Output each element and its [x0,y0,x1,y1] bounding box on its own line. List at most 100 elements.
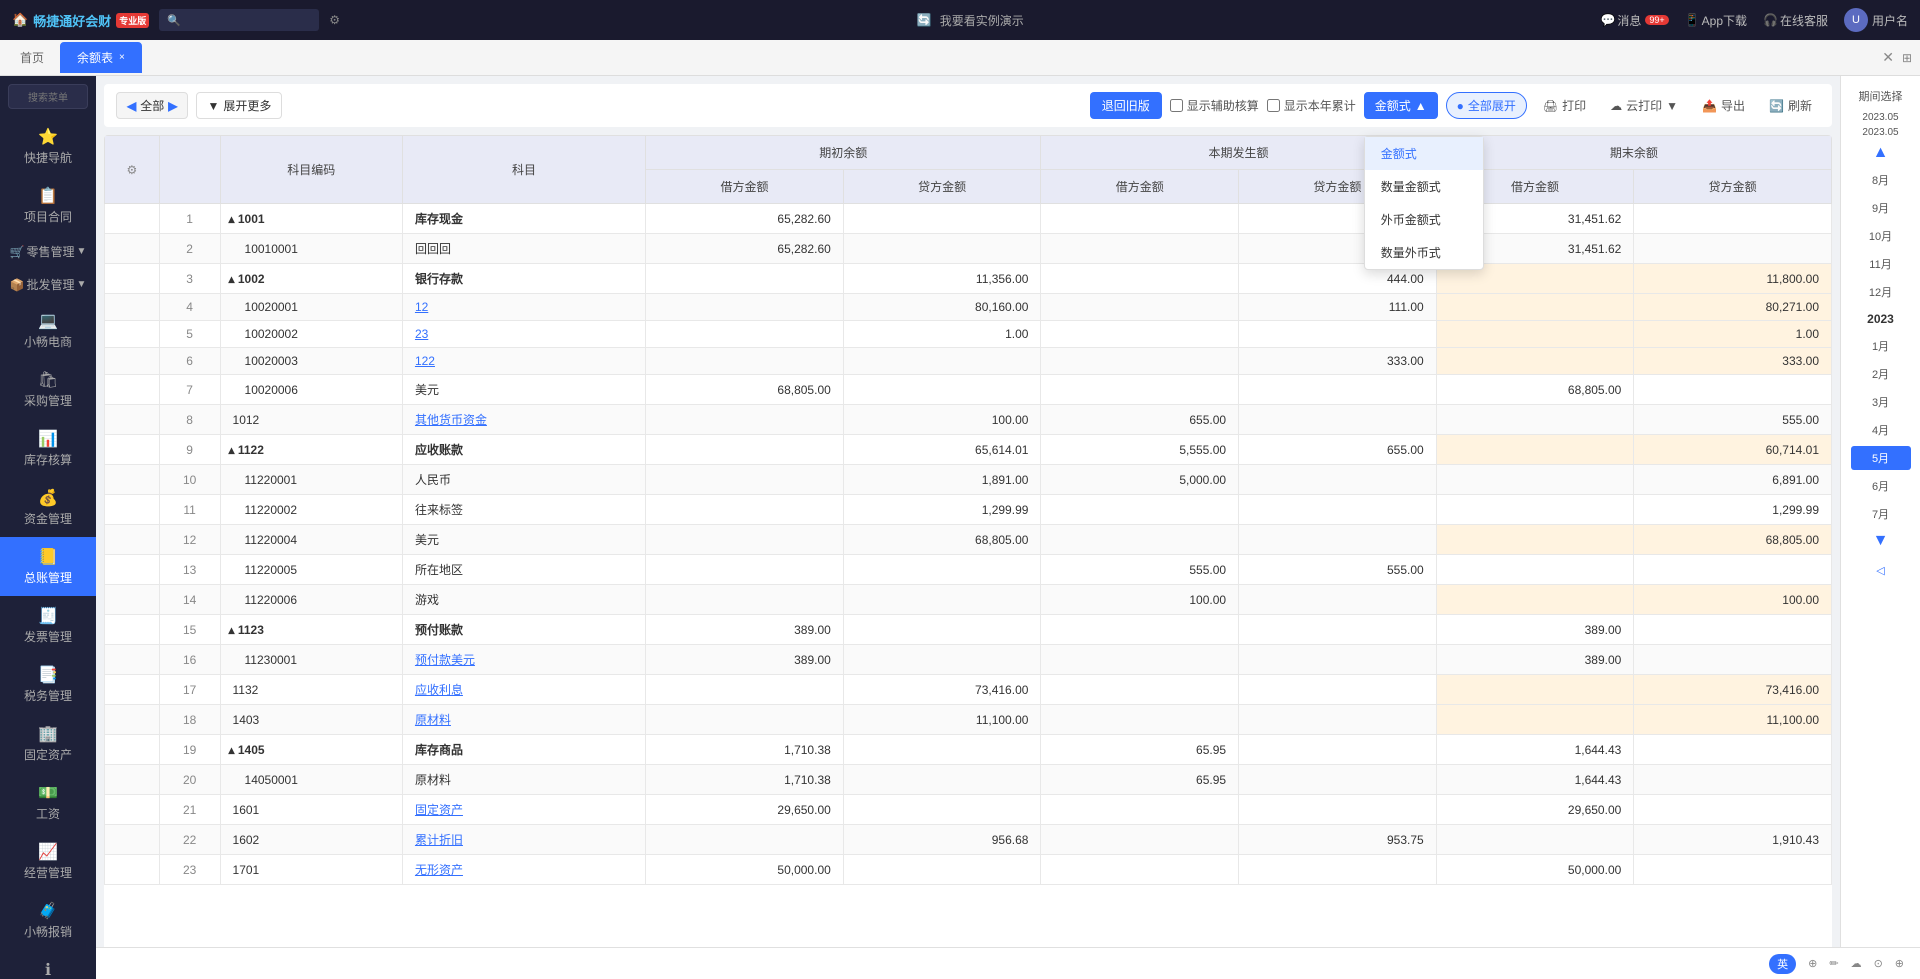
row-5-close-credit: 1.00 [1634,321,1832,348]
print-btn[interactable]: 🖨 打印 [1535,93,1594,118]
refresh-btn[interactable]: 🔄 刷新 [1761,93,1820,118]
row-4-subject[interactable]: 12 [402,294,645,321]
month-apr[interactable]: 4月 [1851,418,1911,442]
row-22-no: 22 [159,825,220,855]
row-7-settings [105,375,160,405]
sidebar-item-inventory[interactable]: 📊 库存核算 [0,419,96,478]
menu-item-qty-amount[interactable]: 数量金额式 [1365,170,1483,203]
row-8-settings [105,405,160,435]
bottom-cloud-btn[interactable]: ☁ [1851,957,1862,970]
sidebar-item-accounting[interactable]: 📒 总账管理 [0,537,96,596]
sidebar-item-invoice[interactable]: 🧾 发票管理 [0,596,96,655]
sidebar-item-project[interactable]: 📋 项目合同 [0,176,96,235]
sidebar-item-retail[interactable]: 🛒 零售管理 ▼ [0,235,96,268]
auxiliary-checkbox[interactable] [1170,99,1183,112]
row-6-subject[interactable]: 122 [402,348,645,375]
row-20-cur-debit: 65.95 [1041,765,1239,795]
month-aug[interactable]: 8月 [1851,168,1911,192]
row-19-subject: 库存商品 [402,735,645,765]
window-close-btn[interactable]: ✕ [1882,49,1894,66]
amount-mode-btn[interactable]: 金额式 ▲ [1364,92,1438,119]
sidebar-item-salary[interactable]: 💵 工资 [0,773,96,832]
expand-icon: ▼ [207,99,219,113]
filter-all-btn[interactable]: ◀ 全部 ▶ [116,92,188,119]
ytd-checkbox-label[interactable]: 显示本年累计 [1267,97,1356,114]
expand-all-btn[interactable]: ● 全部展开 [1446,92,1527,119]
sidebar-item-purchase[interactable]: 🛍 采购管理 [0,360,96,419]
sidebar-item-capital[interactable]: 💰 资金管理 [0,478,96,537]
auxiliary-checkbox-label[interactable]: 显示辅助核算 [1170,97,1259,114]
back-old-btn[interactable]: 退回旧版 [1090,92,1162,119]
row-9-close-debit [1436,435,1634,465]
window-maximize-btn[interactable]: ⊞ [1902,51,1912,65]
month-feb[interactable]: 2月 [1851,362,1911,386]
sidebar-item-sales[interactable]: 🧳 小畅报销 [0,891,96,950]
row-17-subject[interactable]: 应收利息 [402,675,645,705]
sidebar-item-assets[interactable]: 🏢 固定资产 [0,714,96,773]
sidebar-item-tax[interactable]: 📑 税务管理 [0,655,96,714]
period-year1: 2023.05 [1862,112,1898,123]
bottom-circle-btn[interactable]: ⊙ [1874,957,1883,970]
row-16-open-credit [843,645,1041,675]
month-may[interactable]: 5月 [1851,446,1911,470]
sidebar-item-ecommerce[interactable]: 💻 小畅电商 [0,301,96,360]
search-bar[interactable]: 🔍 [159,9,319,31]
year-2023[interactable]: 2023 [1851,308,1911,330]
cloud-print-btn[interactable]: ☁ 云打印 ▼ [1602,93,1686,118]
tab-close-icon[interactable]: × [119,52,125,63]
home-tab[interactable]: 首页 [8,43,56,72]
bottom-add-btn[interactable]: ⊕ [1895,957,1904,970]
export-btn[interactable]: 📤 导出 [1694,93,1753,118]
month-jun[interactable]: 6月 [1851,474,1911,498]
cloud-icon: ☁ [1610,99,1622,113]
sidebar-item-nav[interactable]: ⭐ 快捷导航 [0,117,96,176]
month-sep[interactable]: 9月 [1851,196,1911,220]
row-22-subject[interactable]: 累计折旧 [402,825,645,855]
row-3-subject: 银行存款 [402,264,645,294]
bottom-zoom-btn[interactable]: ⊕ [1808,957,1817,970]
expand-label: 展开更多 [223,97,271,114]
month-mar[interactable]: 3月 [1851,390,1911,414]
balance-sheet-tab[interactable]: 余额表 × [60,42,142,73]
row-23-subject[interactable]: 无形资产 [402,855,645,885]
sidebar-item-basic[interactable]: ℹ 基础信息 [0,950,96,979]
user-avatar[interactable]: U 用户名 [1844,8,1908,32]
month-nav-down-btn[interactable]: ▼ [1871,530,1891,552]
bottom-lang-btn[interactable]: 英 [1769,954,1796,974]
row-5-subject[interactable]: 23 [402,321,645,348]
month-jan[interactable]: 1月 [1851,334,1911,358]
download-btn[interactable]: 📱 App下载 [1685,12,1747,29]
message-btn[interactable]: 💬 消息 99+ [1600,12,1668,29]
row-8-subject[interactable]: 其他货币资金 [402,405,645,435]
row-16-subject[interactable]: 预付款美元 [402,645,645,675]
row-8-no: 8 [159,405,220,435]
row-16-close-credit [1634,645,1832,675]
row-1-no: 1 [159,204,220,234]
row-16-open-debit: 389.00 [646,645,844,675]
expand-more-btn[interactable]: ▼ 展开更多 [196,92,282,119]
month-nav-up-btn[interactable]: ▲ [1871,142,1891,164]
settings-gear-icon[interactable]: ⚙ [329,13,340,27]
demo-label[interactable]: 我要看实例演示 [940,12,1024,29]
ytd-checkbox[interactable] [1267,99,1280,112]
month-dec[interactable]: 12月 [1851,280,1911,304]
service-btn[interactable]: 🎧 在线客服 [1763,12,1828,29]
dropdown-arrow-icon: ▲ [1415,99,1427,113]
bottom-bar: 英 ⊕ ✏ ☁ ⊙ ⊕ [96,947,1920,979]
menu-item-amount[interactable]: 金额式 [1365,137,1483,170]
table-settings-icon[interactable]: ⚙ [126,163,137,177]
menu-item-foreign-amount[interactable]: 外币金额式 [1365,203,1483,236]
sidebar-item-wholesale[interactable]: 📦 批发管理 ▼ [0,268,96,301]
panel-collapse-btn[interactable]: ◁ [1876,564,1884,577]
table-row: 5 10020002 23 1.00 1.00 [105,321,1832,348]
row-18-subject[interactable]: 原材料 [402,705,645,735]
col-settings[interactable]: ⚙ [105,136,160,204]
menu-item-qty-foreign[interactable]: 数量外币式 [1365,236,1483,269]
month-jul[interactable]: 7月 [1851,502,1911,526]
sidebar-item-operations[interactable]: 📈 经营管理 [0,832,96,891]
bottom-edit-btn[interactable]: ✏ [1829,957,1838,970]
row-20-open-debit: 1,710.38 [646,765,844,795]
month-oct[interactable]: 10月 [1851,224,1911,248]
month-nov[interactable]: 11月 [1851,252,1911,276]
row-21-subject[interactable]: 固定资产 [402,795,645,825]
